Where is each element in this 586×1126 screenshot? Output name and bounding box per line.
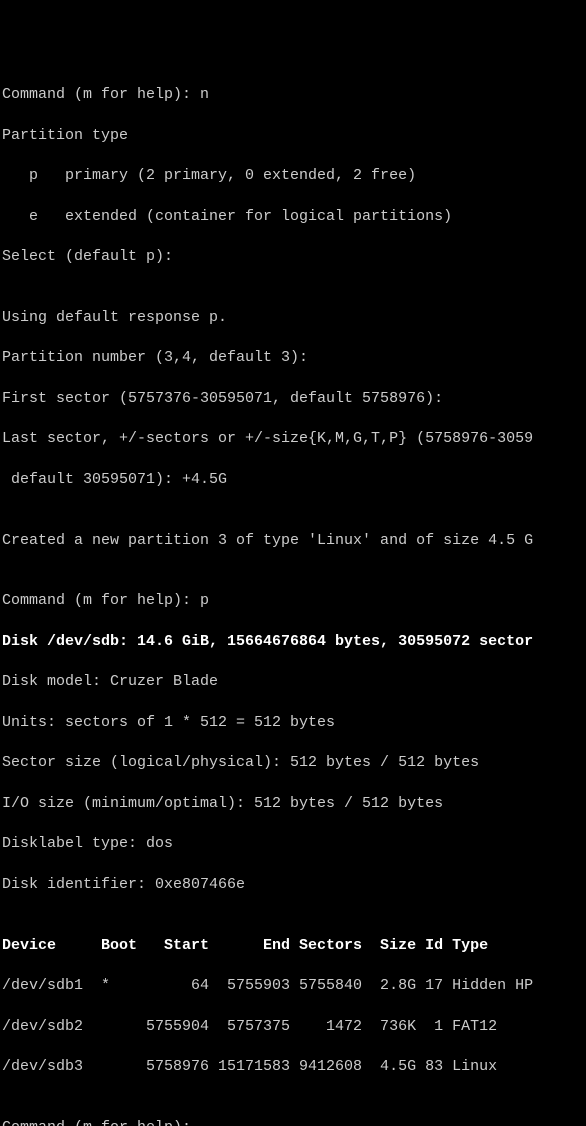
partition-row: /dev/sdb2 5755904 5757375 1472 736K 1 FA…: [2, 1017, 584, 1037]
terminal-line: Disklabel type: dos: [2, 834, 584, 854]
terminal-line: Select (default p):: [2, 247, 584, 267]
partition-row: /dev/sdb1 * 64 5755903 5755840 2.8G 17 H…: [2, 976, 584, 996]
terminal-line: Partition number (3,4, default 3):: [2, 348, 584, 368]
terminal-line: p primary (2 primary, 0 extended, 2 free…: [2, 166, 584, 186]
terminal-line: Command (m for help): p: [2, 591, 584, 611]
terminal-line: Sector size (logical/physical): 512 byte…: [2, 753, 584, 773]
terminal-line: Units: sectors of 1 * 512 = 512 bytes: [2, 713, 584, 733]
terminal-line: Command (m for help): n: [2, 85, 584, 105]
terminal-line: Using default response p.: [2, 308, 584, 328]
terminal-line: Disk identifier: 0xe807466e: [2, 875, 584, 895]
terminal-line: I/O size (minimum/optimal): 512 bytes / …: [2, 794, 584, 814]
terminal-line: Last sector, +/-sectors or +/-size{K,M,G…: [2, 429, 584, 449]
terminal-line: Disk model: Cruzer Blade: [2, 672, 584, 692]
terminal-line: e extended (container for logical partit…: [2, 207, 584, 227]
partition-row: /dev/sdb3 5758976 15171583 9412608 4.5G …: [2, 1057, 584, 1077]
terminal-line: default 30595071): +4.5G: [2, 470, 584, 490]
terminal-line: Partition type: [2, 126, 584, 146]
partition-table-header: Device Boot Start End Sectors Size Id Ty…: [2, 936, 584, 956]
command-prompt[interactable]: Command (m for help):: [2, 1118, 584, 1126]
disk-summary-line: Disk /dev/sdb: 14.6 GiB, 15664676864 byt…: [2, 632, 584, 652]
terminal-line: First sector (5757376-30595071, default …: [2, 389, 584, 409]
terminal-line: Created a new partition 3 of type 'Linux…: [2, 531, 584, 551]
